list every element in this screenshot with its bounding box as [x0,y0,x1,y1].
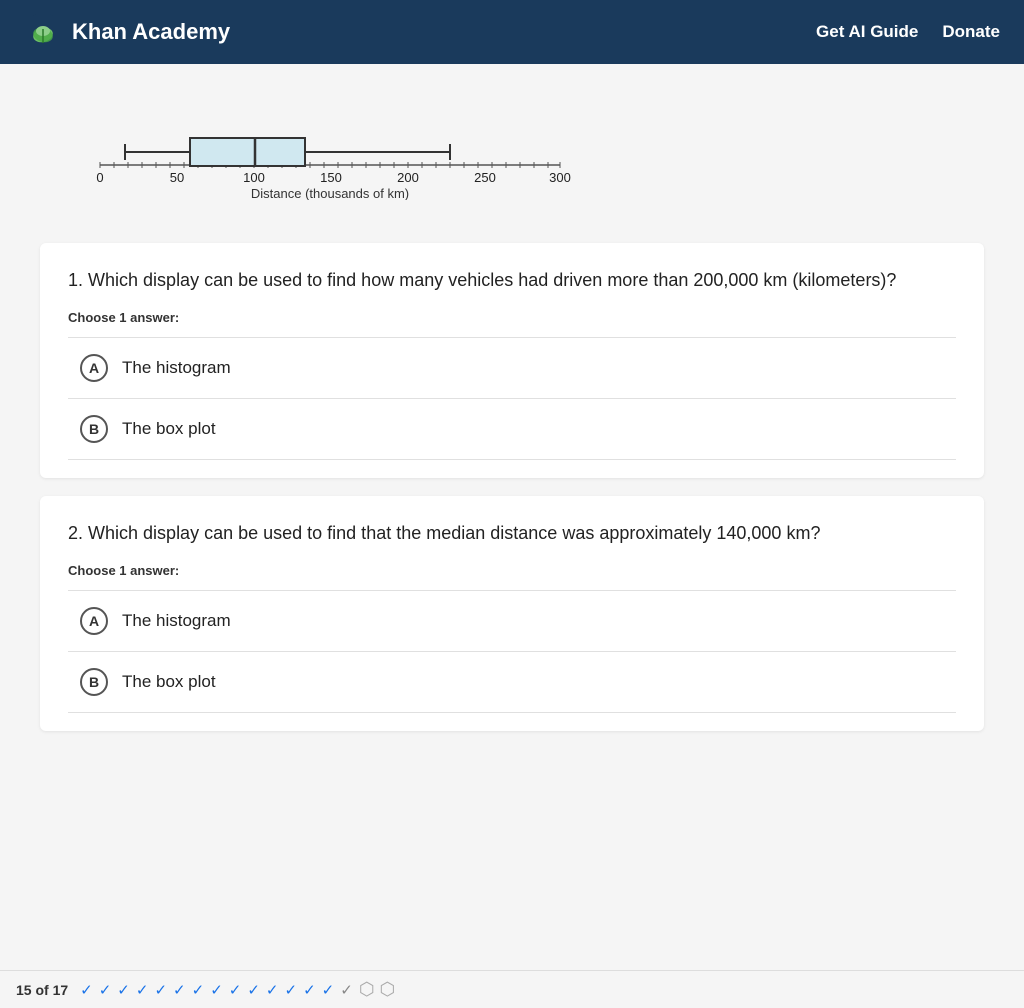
boxplot-svg: // Won't run in SVG but defining concept… [70,110,630,205]
option-a-text: The histogram [122,358,231,378]
svg-text:0: 0 [96,170,103,185]
boxplot-container: // Won't run in SVG but defining concept… [40,92,984,215]
option-b-text-q2: The box plot [122,672,216,692]
check-7: ✓ [192,981,205,999]
check-10: ✓ [247,981,260,999]
question-1-number: 1. [68,270,83,290]
svg-text:50: 50 [170,170,184,185]
question-2-body: Which display can be used to find that t… [88,523,820,543]
donate-link[interactable]: Donate [942,22,1000,42]
check-12: ✓ [285,981,298,999]
option-a-circle: A [80,354,108,382]
question-2-option-a[interactable]: A The histogram [68,590,956,651]
header-title: Khan Academy [72,19,230,45]
svg-text:150: 150 [320,170,342,185]
check-6: ✓ [173,981,186,999]
check-4: ✓ [136,981,149,999]
question-2-number: 2. [68,523,83,543]
question-2-text: 2. Which display can be used to find tha… [68,520,956,547]
option-b-circle-q2: B [80,668,108,696]
question-2-option-b[interactable]: B The box plot [68,651,956,713]
check-5: ✓ [154,981,167,999]
check-1: ✓ [80,981,93,999]
footer-dots: ⬡ ⬡ [359,979,395,1000]
option-b-circle: B [80,415,108,443]
svg-text:Distance (thousands of km): Distance (thousands of km) [251,186,409,200]
question-1-option-a[interactable]: A The histogram [68,337,956,398]
main-content: // Won't run in SVG but defining concept… [0,64,1024,1008]
check-3: ✓ [117,981,130,999]
question-1-text: 1. Which display can be used to find how… [68,267,956,294]
svg-text:100: 100 [243,170,265,185]
question-1-choose-label: Choose 1 answer: [68,310,956,325]
svg-text:250: 250 [474,170,496,185]
question-2-block: 2. Which display can be used to find tha… [40,496,984,731]
option-a-text-q2: The histogram [122,611,231,631]
header-left: Khan Academy [24,13,230,51]
ka-logo-icon [24,13,62,51]
option-a-circle-q2: A [80,607,108,635]
check-2: ✓ [99,981,112,999]
svg-text:300: 300 [549,170,571,185]
question-1-body: Which display can be used to find how ma… [88,270,896,290]
question-2-choose-label: Choose 1 answer: [68,563,956,578]
question-1-block: 1. Which display can be used to find how… [40,243,984,478]
header-right: Get AI Guide Donate [816,22,1000,42]
footer-progress: 15 of 17 [16,982,68,998]
get-ai-guide-link[interactable]: Get AI Guide [816,22,918,42]
check-14: ✓ [322,981,335,999]
svg-text:200: 200 [397,170,419,185]
check-15: ✓ [340,981,353,999]
footer: 15 of 17 ✓ ✓ ✓ ✓ ✓ ✓ ✓ ✓ ✓ ✓ ✓ ✓ ✓ ✓ ✓ ⬡… [0,970,1024,1008]
check-9: ✓ [229,981,242,999]
check-8: ✓ [210,981,223,999]
option-b-text: The box plot [122,419,216,439]
check-13: ✓ [303,981,316,999]
check-11: ✓ [266,981,279,999]
header: Khan Academy Get AI Guide Donate [0,0,1024,64]
question-1-option-b[interactable]: B The box plot [68,398,956,460]
